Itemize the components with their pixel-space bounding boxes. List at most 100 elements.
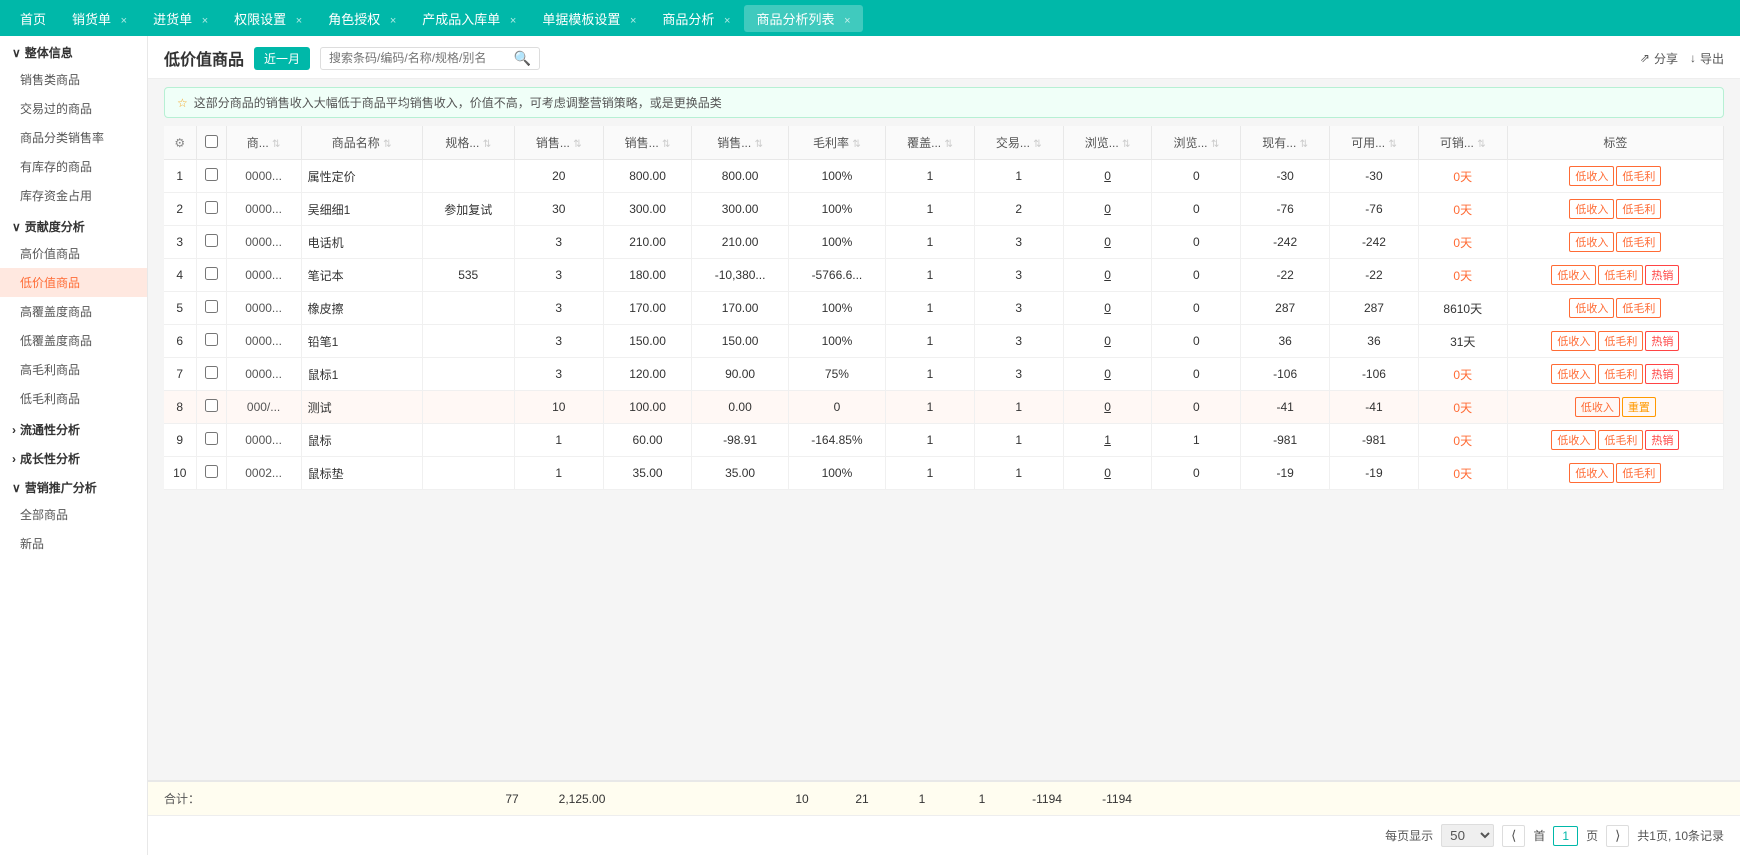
- nav-template-close[interactable]: ×: [630, 15, 636, 27]
- table-container[interactable]: ⚙ 商... ⇅ 商品名称 ⇅ 规格... ⇅ 销售... ⇅ 销售... ⇅ …: [148, 126, 1740, 780]
- row-browse1[interactable]: 0: [1063, 259, 1152, 292]
- col-browse2[interactable]: 浏览... ⇅: [1152, 126, 1241, 160]
- sidebar-item-new-goods[interactable]: 新品: [0, 529, 147, 558]
- col-stock-avail[interactable]: 可用... ⇅: [1330, 126, 1419, 160]
- nav-product-entry-close[interactable]: ×: [510, 15, 516, 27]
- row-checkbox[interactable]: [205, 465, 218, 478]
- col-sale-qty[interactable]: 销售... ⇅: [514, 126, 603, 160]
- nav-home[interactable]: 首页: [8, 5, 58, 32]
- nav-purchase[interactable]: 进货单 ×: [141, 5, 220, 32]
- row-browse1[interactable]: 0: [1063, 325, 1152, 358]
- browse-link[interactable]: 0: [1104, 400, 1111, 414]
- share-button[interactable]: ⇗ 分享: [1640, 50, 1678, 67]
- row-browse1[interactable]: 0: [1063, 226, 1152, 259]
- sidebar-item-high-coverage[interactable]: 高覆盖度商品: [0, 297, 147, 326]
- next-page-btn[interactable]: ⟩: [1606, 825, 1629, 847]
- page-label: 首: [1533, 827, 1545, 844]
- search-icon[interactable]: 🔍: [514, 50, 531, 67]
- row-browse1[interactable]: 0: [1063, 391, 1152, 424]
- row-spec: [422, 292, 514, 325]
- col-stock-sale[interactable]: 可销... ⇅: [1418, 126, 1507, 160]
- nav-product-list-close[interactable]: ×: [844, 15, 850, 27]
- row-browse1[interactable]: 0: [1063, 292, 1152, 325]
- row-checkbox[interactable]: [205, 300, 218, 313]
- group-marketing[interactable]: ∨ 营销推广分析: [0, 471, 147, 500]
- row-checkbox[interactable]: [205, 333, 218, 346]
- browse-link[interactable]: 0: [1104, 367, 1111, 381]
- row-checkbox[interactable]: [205, 432, 218, 445]
- col-trade[interactable]: 交易... ⇅: [974, 126, 1063, 160]
- row-no: 8: [164, 391, 196, 424]
- col-spec[interactable]: 规格... ⇅: [422, 126, 514, 160]
- sidebar-item-low-value[interactable]: 低价值商品: [0, 268, 147, 297]
- row-checkbox[interactable]: [205, 168, 218, 181]
- sidebar-item-sales-goods[interactable]: 销售类商品: [0, 65, 147, 94]
- sidebar-item-inventory-capital[interactable]: 库存资金占用: [0, 181, 147, 210]
- row-checkbox[interactable]: [205, 234, 218, 247]
- row-name: 属性定价: [301, 160, 422, 193]
- per-page-select[interactable]: 50 100: [1441, 824, 1494, 847]
- col-gross-rate[interactable]: 毛利率 ⇅: [788, 126, 885, 160]
- nav-permissions-close[interactable]: ×: [296, 15, 302, 27]
- browse-link[interactable]: 1: [1104, 433, 1111, 447]
- row-no: 1: [164, 160, 196, 193]
- browse-link[interactable]: 0: [1104, 334, 1111, 348]
- nav-permissions[interactable]: 权限设置 ×: [222, 5, 314, 32]
- browse-link[interactable]: 0: [1104, 169, 1111, 183]
- search-input[interactable]: [329, 51, 514, 65]
- time-filter-button[interactable]: 近一月: [254, 47, 310, 70]
- row-checkbox[interactable]: [205, 201, 218, 214]
- row-browse1[interactable]: 0: [1063, 193, 1152, 226]
- row-sale1: 100.00: [603, 391, 692, 424]
- row-sale1: 35.00: [603, 457, 692, 490]
- footer-label: 合计：: [164, 790, 220, 807]
- sidebar-item-low-coverage[interactable]: 低覆盖度商品: [0, 326, 147, 355]
- row-browse1[interactable]: 0: [1063, 457, 1152, 490]
- nav-roles[interactable]: 角色授权 ×: [316, 5, 408, 32]
- browse-link[interactable]: 0: [1104, 466, 1111, 480]
- nav-product-list[interactable]: 商品分析列表 ×: [744, 5, 862, 32]
- sidebar-item-high-margin[interactable]: 高毛利商品: [0, 355, 147, 384]
- row-checkbox[interactable]: [205, 366, 218, 379]
- select-all-checkbox[interactable]: [205, 135, 218, 148]
- row-browse1[interactable]: 0: [1063, 358, 1152, 391]
- group-circulation[interactable]: › 流通性分析: [0, 413, 147, 442]
- browse-link[interactable]: 0: [1104, 202, 1111, 216]
- gear-icon[interactable]: ⚙: [174, 136, 185, 150]
- nav-product-analysis-close[interactable]: ×: [724, 15, 730, 27]
- nav-roles-close[interactable]: ×: [390, 15, 396, 27]
- col-sale-profit[interactable]: 销售... ⇅: [692, 126, 788, 160]
- browse-link[interactable]: 0: [1104, 301, 1111, 315]
- nav-sales[interactable]: 销货单 ×: [60, 5, 139, 32]
- browse-link[interactable]: 0: [1104, 235, 1111, 249]
- group-overview[interactable]: ∨ 整体信息: [0, 36, 147, 65]
- sidebar-item-stock-goods[interactable]: 有库存的商品: [0, 152, 147, 181]
- sidebar-item-high-value[interactable]: 高价值商品: [0, 239, 147, 268]
- sidebar-item-traded-goods[interactable]: 交易过的商品: [0, 94, 147, 123]
- col-name[interactable]: 商品名称 ⇅: [301, 126, 422, 160]
- row-checkbox[interactable]: [205, 267, 218, 280]
- row-checkbox[interactable]: [205, 399, 218, 412]
- group-contribution[interactable]: ∨ 贡献度分析: [0, 210, 147, 239]
- col-code[interactable]: 商... ⇅: [226, 126, 301, 160]
- row-browse1[interactable]: 1: [1063, 424, 1152, 457]
- col-gear[interactable]: ⚙: [164, 126, 196, 160]
- col-sale-amt[interactable]: 销售... ⇅: [603, 126, 692, 160]
- nav-product-analysis[interactable]: 商品分析 ×: [650, 5, 742, 32]
- row-browse1[interactable]: 0: [1063, 160, 1152, 193]
- nav-purchase-close[interactable]: ×: [202, 15, 208, 27]
- row-stock1: 36: [1241, 325, 1330, 358]
- nav-template[interactable]: 单据模板设置 ×: [530, 5, 648, 32]
- sidebar-item-category-rate[interactable]: 商品分类销售率: [0, 123, 147, 152]
- browse-link[interactable]: 0: [1104, 268, 1111, 282]
- nav-sales-close[interactable]: ×: [121, 15, 127, 27]
- sidebar-item-low-margin[interactable]: 低毛利商品: [0, 384, 147, 413]
- first-page-btn[interactable]: ⟨: [1502, 825, 1525, 847]
- col-stock-current[interactable]: 现有... ⇅: [1241, 126, 1330, 160]
- group-growth[interactable]: › 成长性分析: [0, 442, 147, 471]
- nav-product-entry[interactable]: 产成品入库单 ×: [410, 5, 528, 32]
- col-browse1[interactable]: 浏览... ⇅: [1063, 126, 1152, 160]
- col-coverage[interactable]: 覆盖... ⇅: [886, 126, 975, 160]
- export-button[interactable]: ↓ 导出: [1690, 50, 1724, 67]
- sidebar-item-all-goods[interactable]: 全部商品: [0, 500, 147, 529]
